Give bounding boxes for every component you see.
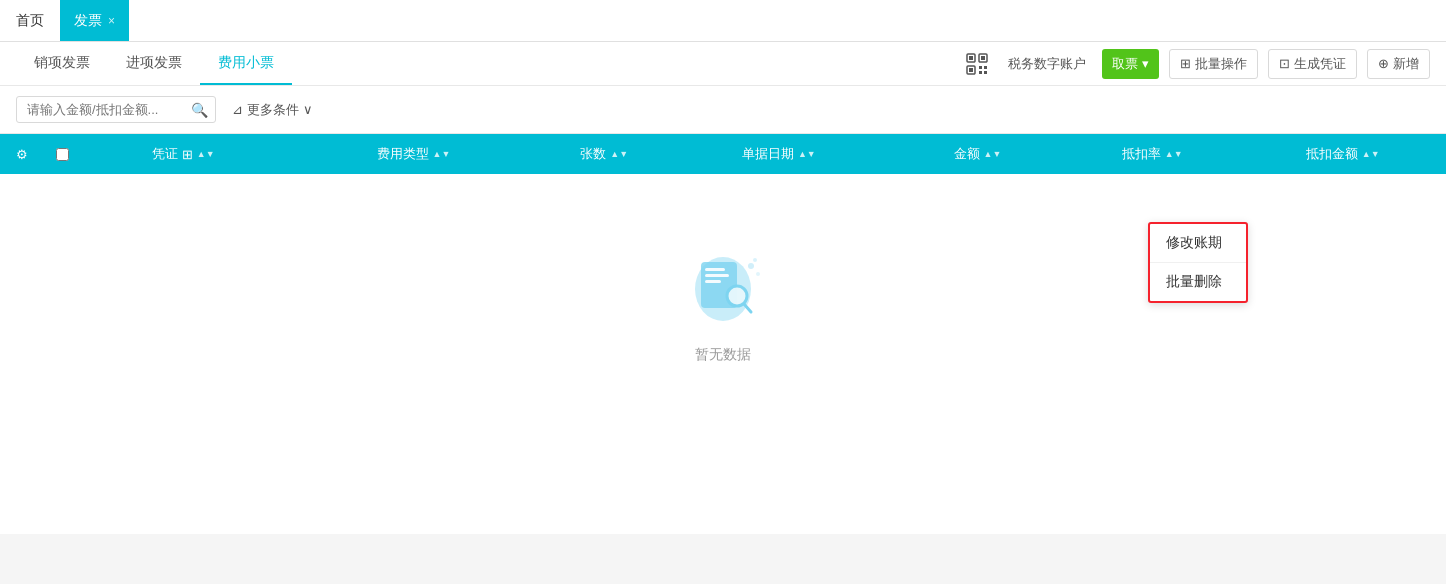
gen-voucher-icon: ⊡	[1279, 56, 1290, 71]
checkbox-column[interactable]	[44, 134, 80, 174]
modify-period-item[interactable]: 修改账期	[1150, 224, 1246, 262]
svg-rect-3	[981, 56, 985, 60]
date-sort-icon[interactable]: ▲▼	[798, 150, 816, 159]
close-tab-icon[interactable]: ×	[108, 14, 115, 28]
add-new-button[interactable]: ⊕ 新增	[1367, 49, 1430, 79]
filter-icon: ⊿	[232, 102, 243, 117]
main-content: ⚙ 凭证 ⊞ ▲▼ 费用类型 ▲▼ 张数 ▲▼ 单据日期 ▲▼ 金额 ▲▼ 抵扣…	[0, 134, 1446, 534]
svg-rect-12	[705, 268, 725, 271]
more-conditions-button[interactable]: ⊿ 更多条件 ∨	[232, 101, 313, 119]
chevron-down-icon: ∨	[303, 102, 313, 117]
svg-rect-14	[705, 280, 721, 283]
svg-point-18	[756, 272, 760, 276]
settings-column[interactable]: ⚙	[0, 134, 44, 174]
gen-voucher-button[interactable]: ⊡ 生成凭证	[1268, 49, 1357, 79]
active-tab[interactable]: 发票 ×	[60, 0, 129, 41]
tax-account-button[interactable]: 税务数字账户	[1002, 55, 1092, 73]
settings-icon: ⚙	[16, 147, 28, 162]
deduct-rate-sort-icon[interactable]: ▲▼	[1165, 150, 1183, 159]
deduct-rate-column: 抵扣率 ▲▼	[1065, 134, 1240, 174]
sheets-column: 张数 ▲▼	[541, 134, 668, 174]
tab-sales-invoice[interactable]: 销项发票	[16, 42, 108, 85]
svg-rect-8	[979, 71, 982, 74]
active-tab-label: 发票	[74, 12, 102, 30]
voucher-extra-icon: ⊞	[182, 147, 193, 162]
search-input[interactable]	[16, 96, 216, 123]
amount-sort-icon[interactable]: ▲▼	[984, 150, 1002, 159]
tab-expense-receipt[interactable]: 费用小票	[200, 42, 292, 85]
date-column: 单据日期 ▲▼	[668, 134, 890, 174]
svg-rect-13	[705, 274, 729, 277]
add-new-icon: ⊕	[1378, 56, 1389, 71]
svg-rect-5	[969, 68, 973, 72]
svg-rect-9	[984, 71, 987, 74]
batch-ops-button[interactable]: ⊞ 批量操作	[1169, 49, 1258, 79]
sub-tabs-bar: 销项发票 进项发票 费用小票 税务数字账户 取票	[0, 42, 1446, 86]
search-input-wrap: 🔍	[16, 96, 216, 123]
deduct-amount-sort-icon[interactable]: ▲▼	[1362, 150, 1380, 159]
home-nav-item[interactable]: 首页	[0, 0, 60, 41]
sub-tabs-left: 销项发票 进项发票 费用小票	[16, 42, 292, 85]
sub-tabs-right: 税务数字账户 取票 ▾ ⊞ 批量操作 ⊡ 生成凭证 ⊕ 新增	[962, 49, 1430, 79]
batch-ops-icon: ⊞	[1180, 56, 1191, 71]
svg-rect-7	[984, 66, 987, 69]
svg-point-17	[748, 263, 754, 269]
filter-row: 🔍 ⊿ 更多条件 ∨	[0, 86, 1446, 134]
svg-rect-6	[979, 66, 982, 69]
top-nav: 首页 发票 ×	[0, 0, 1446, 42]
amount-column: 金额 ▲▼	[890, 134, 1065, 174]
expense-type-column: 费用类型 ▲▼	[286, 134, 540, 174]
expense-type-sort-icon[interactable]: ▲▼	[433, 150, 451, 159]
table-header: ⚙ 凭证 ⊞ ▲▼ 费用类型 ▲▼ 张数 ▲▼ 单据日期 ▲▼ 金额 ▲▼ 抵扣…	[0, 134, 1446, 174]
deduct-amount-column: 抵扣金额 ▲▼	[1240, 134, 1446, 174]
voucher-sort-icon[interactable]: ▲▼	[197, 150, 215, 159]
svg-rect-1	[969, 56, 973, 60]
voucher-column: 凭证 ⊞ ▲▼	[80, 134, 286, 174]
select-all-checkbox[interactable]	[56, 148, 69, 161]
empty-state-text: 暂无数据	[695, 346, 751, 364]
batch-delete-item[interactable]: 批量删除	[1150, 263, 1246, 301]
dropdown-arrow-icon: ▾	[1142, 56, 1149, 71]
svg-point-19	[753, 258, 757, 262]
get-ticket-button[interactable]: 取票 ▾	[1102, 49, 1159, 79]
sheets-sort-icon[interactable]: ▲▼	[610, 150, 628, 159]
qr-code-icon[interactable]	[962, 49, 992, 79]
search-icon[interactable]: 🔍	[191, 102, 208, 118]
batch-ops-dropdown: 修改账期 批量删除	[1148, 222, 1248, 303]
tab-purchase-invoice[interactable]: 进项发票	[108, 42, 200, 85]
